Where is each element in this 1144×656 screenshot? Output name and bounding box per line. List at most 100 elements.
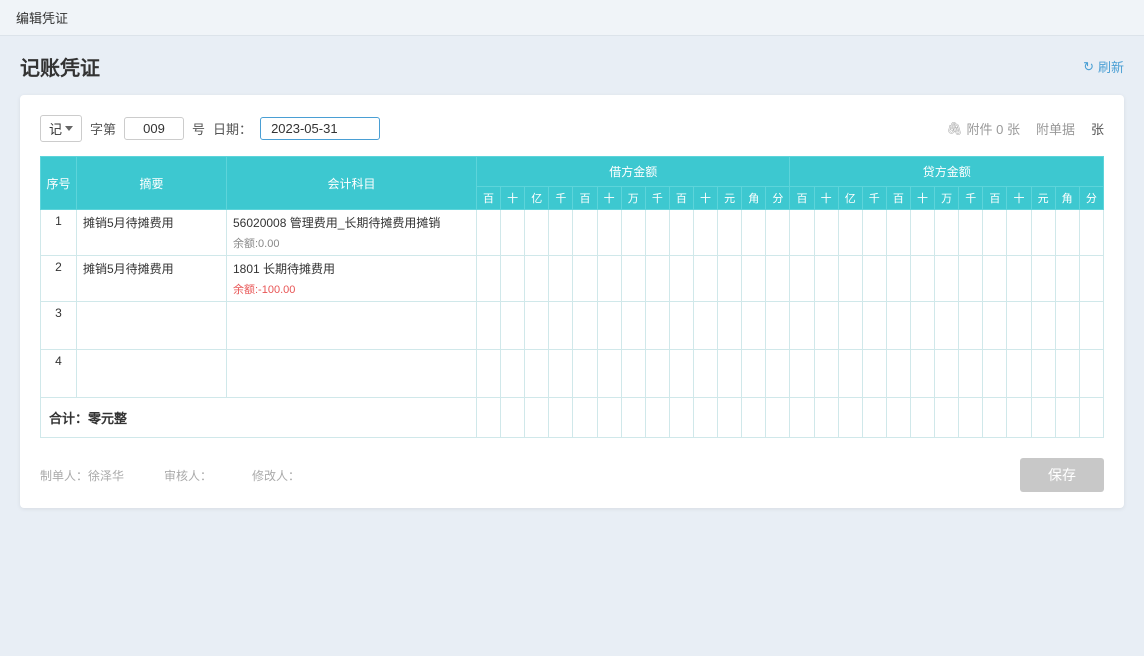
debit-d12[interactable] (742, 256, 766, 302)
credit-c12[interactable] (1055, 256, 1079, 302)
credit-c13[interactable] (1079, 210, 1103, 256)
debit-d9[interactable] (669, 256, 693, 302)
credit-c10[interactable] (1007, 210, 1031, 256)
voucher-table: 序号 摘要 会计科目 借方金额 贷方金额 百 十 亿 千 百 十 万 千 百 十 (40, 156, 1104, 438)
th-d2: 十 (501, 187, 525, 210)
table-row: 1 摊销5月待摊费用 56020008 管理费用_长期待摊费用摊销 余额:0.0… (41, 210, 1104, 256)
debit-d11[interactable] (718, 256, 742, 302)
credit-c6[interactable] (910, 210, 934, 256)
summary-cell[interactable]: 摊销5月待摊费用 (77, 256, 227, 302)
refresh-button[interactable]: ↻ 刷新 (1083, 57, 1124, 76)
debit-d4[interactable] (549, 210, 573, 256)
th-d8: 千 (645, 187, 669, 210)
th-d4: 千 (549, 187, 573, 210)
zi-label: 字第 (90, 119, 116, 138)
debit-d1[interactable] (477, 210, 501, 256)
total-label: 合计：零元整 (41, 398, 477, 438)
refresh-icon: ↻ (1083, 59, 1094, 75)
credit-c10[interactable] (1007, 256, 1031, 302)
th-d3: 亿 (525, 187, 549, 210)
credit-c5[interactable] (886, 210, 910, 256)
debit-d7[interactable] (621, 210, 645, 256)
modifier-label: 修改人： (252, 467, 300, 484)
credit-c8[interactable] (959, 210, 983, 256)
chevron-down-icon (65, 126, 73, 131)
attach-button[interactable]: 🖇 附件 0 张 (946, 119, 1020, 138)
date-input[interactable] (260, 117, 380, 140)
credit-c3[interactable] (838, 210, 862, 256)
debit-d3[interactable] (525, 256, 549, 302)
th-c9: 百 (983, 187, 1007, 210)
summary-cell[interactable]: 摊销5月待摊费用 (77, 210, 227, 256)
credit-c4[interactable] (862, 210, 886, 256)
th-c6: 十 (910, 187, 934, 210)
th-d5: 百 (573, 187, 597, 210)
debit-d2[interactable] (501, 256, 525, 302)
account-cell[interactable] (227, 302, 477, 350)
credit-c8[interactable] (959, 256, 983, 302)
hao-label: 号 (192, 119, 205, 138)
debit-d3[interactable] (525, 210, 549, 256)
window-title: 编辑凭证 (16, 11, 68, 26)
credit-c1[interactable] (790, 256, 814, 302)
debit-d8[interactable] (645, 210, 669, 256)
debit-d2[interactable] (501, 210, 525, 256)
credit-c3[interactable] (838, 256, 862, 302)
credit-c12[interactable] (1055, 210, 1079, 256)
seq-cell: 4 (41, 350, 77, 398)
maker-label: 制单人：徐泽华 (40, 467, 124, 484)
th-c11: 元 (1031, 187, 1055, 210)
th-c12: 角 (1055, 187, 1079, 210)
credit-c2[interactable] (814, 210, 838, 256)
credit-c2[interactable] (814, 256, 838, 302)
debit-d13[interactable] (766, 210, 790, 256)
summary-cell[interactable] (77, 350, 227, 398)
header-row-1: 序号 摘要 会计科目 借方金额 贷方金额 (41, 157, 1104, 187)
debit-d13[interactable] (766, 256, 790, 302)
credit-c9[interactable] (983, 256, 1007, 302)
zhang-text: 张 (1091, 119, 1104, 138)
th-d12: 角 (742, 187, 766, 210)
debit-d4[interactable] (549, 256, 573, 302)
credit-c4[interactable] (862, 256, 886, 302)
debit-d6[interactable] (597, 256, 621, 302)
summary-cell[interactable] (77, 302, 227, 350)
credit-c11[interactable] (1031, 256, 1055, 302)
th-debit: 借方金额 (477, 157, 790, 187)
credit-c5[interactable] (886, 256, 910, 302)
debit-d10[interactable] (693, 256, 717, 302)
account-cell[interactable]: 56020008 管理费用_长期待摊费用摊销 余额:0.00 (227, 210, 477, 256)
credit-c1[interactable] (790, 210, 814, 256)
debit-d11[interactable] (718, 210, 742, 256)
voucher-number-input[interactable] (124, 117, 184, 140)
date-label: 日期： (213, 119, 252, 138)
debit-d6[interactable] (597, 210, 621, 256)
th-c8: 千 (959, 187, 983, 210)
window-titlebar: 编辑凭证 (0, 0, 1144, 36)
debit-d5[interactable] (573, 256, 597, 302)
credit-c7[interactable] (935, 256, 959, 302)
account-cell[interactable]: 1801 长期待摊费用 余额:-100.00 (227, 256, 477, 302)
seq-cell: 2 (41, 256, 77, 302)
save-button[interactable]: 保存 (1020, 458, 1104, 492)
debit-d9[interactable] (669, 210, 693, 256)
debit-d12[interactable] (742, 210, 766, 256)
th-seq: 序号 (41, 157, 77, 210)
th-d7: 万 (621, 187, 645, 210)
voucher-type-dropdown[interactable]: 记 (40, 115, 82, 142)
credit-c13[interactable] (1079, 256, 1103, 302)
credit-c7[interactable] (935, 210, 959, 256)
debit-d8[interactable] (645, 256, 669, 302)
debit-d10[interactable] (693, 210, 717, 256)
form-bar: 记 字第 号 日期： 🖇 附件 0 张 附单据 张 (40, 115, 1104, 142)
table-row: 3 (41, 302, 1104, 350)
account-cell[interactable] (227, 350, 477, 398)
debit-d1[interactable] (477, 256, 501, 302)
debit-d5[interactable] (573, 210, 597, 256)
fudanshu-button[interactable]: 附单据 (1036, 119, 1075, 138)
debit-d7[interactable] (621, 256, 645, 302)
credit-c11[interactable] (1031, 210, 1055, 256)
voucher-card: 记 字第 号 日期： 🖇 附件 0 张 附单据 张 序号 摘要 (20, 95, 1124, 508)
credit-c9[interactable] (983, 210, 1007, 256)
credit-c6[interactable] (910, 256, 934, 302)
